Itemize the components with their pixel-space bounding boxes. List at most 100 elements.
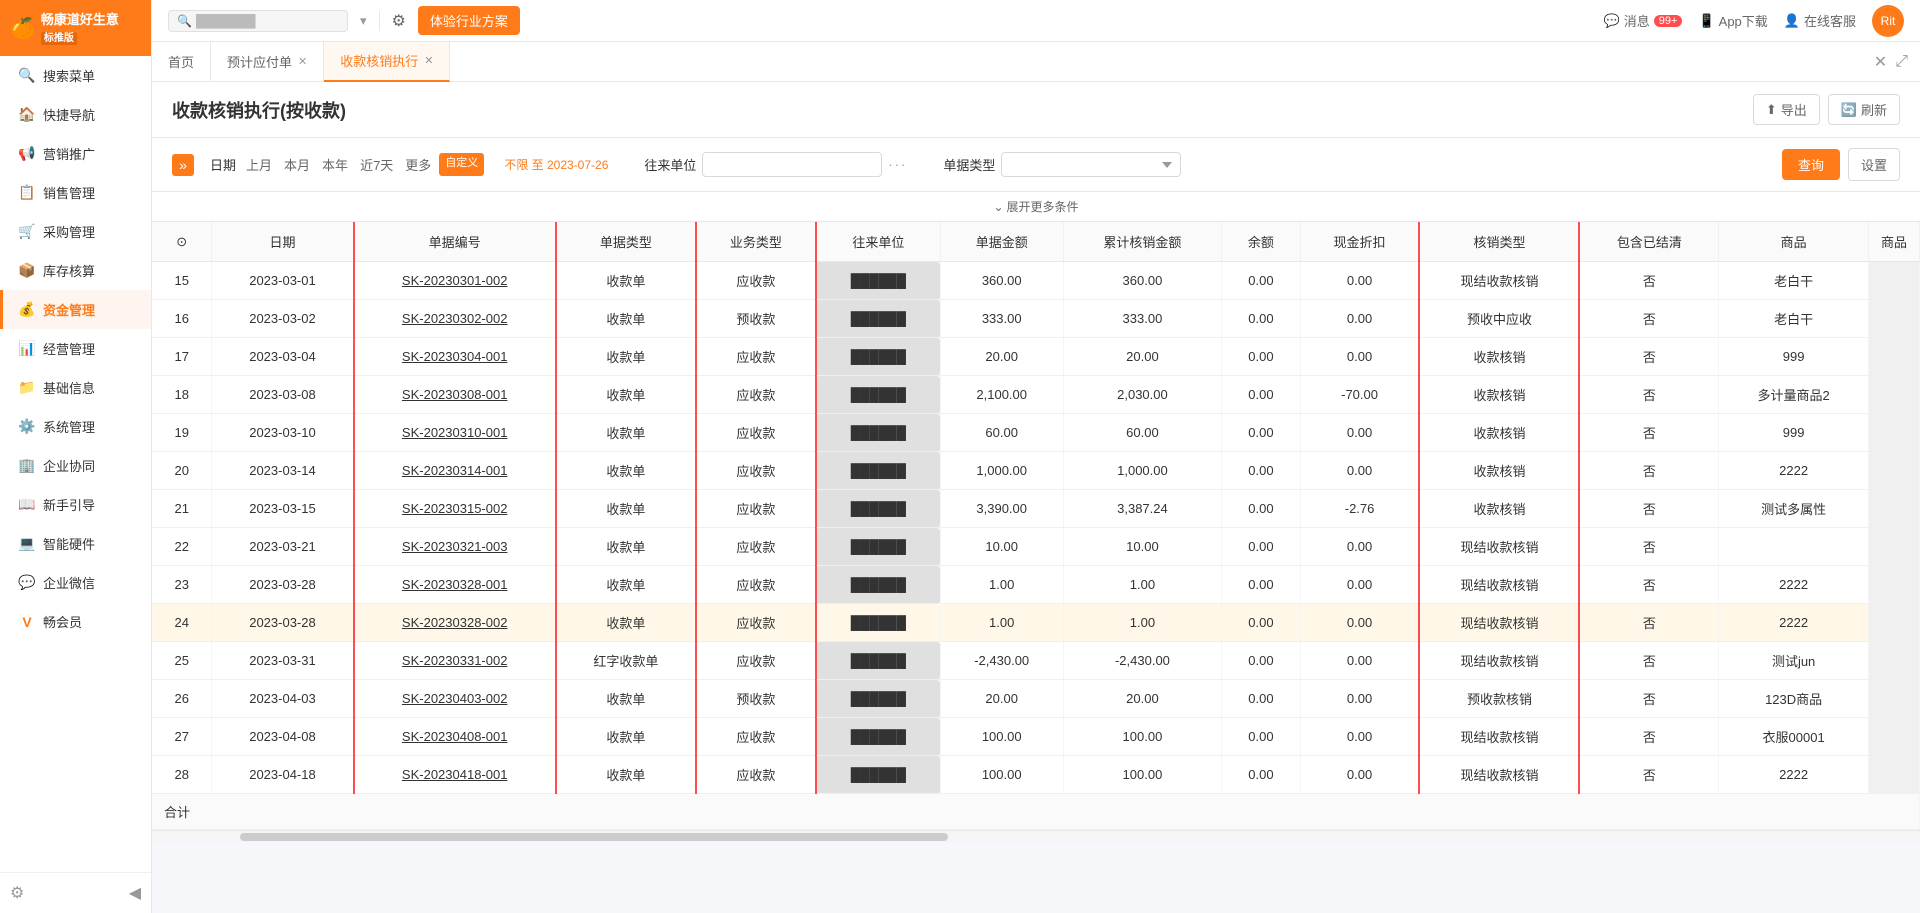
cell-biztype: 应收款 — [696, 604, 816, 642]
sidebar-label-search: 搜索菜单 — [43, 66, 95, 85]
sidebar-collapse-icon[interactable]: ◀ — [129, 883, 141, 903]
sidebar-item-system[interactable]: ⚙️ 系统管理 — [0, 407, 151, 446]
settings-btn[interactable]: 设置 — [1848, 148, 1900, 181]
sidebar-item-search[interactable]: 🔍 搜索菜单 — [0, 56, 151, 95]
cell-partner: ██████ — [816, 338, 940, 376]
tab-payable-close[interactable]: ✕ — [298, 55, 307, 68]
cell-totalverif: 1.00 — [1063, 604, 1222, 642]
sidebar-item-operation[interactable]: 📊 经营管理 — [0, 329, 151, 368]
refresh-btn[interactable]: 🔄 刷新 — [1828, 94, 1900, 125]
sidebar-item-inventory[interactable]: 📦 库存核算 — [0, 251, 151, 290]
topbar-right: 💬 消息 99+ 📱 App下载 👤 在线客服 Rit — [1604, 5, 1904, 37]
cell-amount: 20.00 — [940, 338, 1063, 376]
filter-doctype-select[interactable] — [1001, 152, 1181, 177]
tab-collection[interactable]: 收款核销执行 ✕ — [324, 42, 450, 82]
cell-docno[interactable]: SK-20230310-001 — [354, 414, 556, 452]
cell-settled: 否 — [1579, 262, 1718, 300]
tab-expand-icon[interactable]: ⤢ — [1895, 53, 1908, 71]
cell-veriftype: 收款核销 — [1419, 414, 1579, 452]
page: 收款核销执行(按收款) ⬆ 导出 🔄 刷新 » 日期 上月 本月 — [152, 82, 1920, 913]
home-icon: 🏠 — [19, 107, 35, 123]
sidebar-item-wechat[interactable]: 💬 企业微信 — [0, 563, 151, 602]
notifications-item[interactable]: 💬 消息 99+ — [1604, 11, 1683, 30]
cell-totalverif: 100.00 — [1063, 756, 1222, 794]
cell-docno[interactable]: SK-20230418-001 — [354, 756, 556, 794]
cell-docno[interactable]: SK-20230314-001 — [354, 452, 556, 490]
cell-seq: 28 — [152, 756, 212, 794]
cell-docno[interactable]: SK-20230403-002 — [354, 680, 556, 718]
table-area: ⊙ 日期 单据编号 单据类型 业务类型 往来单位 单据金额 累计核销金额 余额 … — [152, 222, 1920, 913]
filter-expand-btn[interactable]: » — [172, 154, 194, 176]
cell-docno[interactable]: SK-20230304-001 — [354, 338, 556, 376]
cell-docno[interactable]: SK-20230331-002 — [354, 642, 556, 680]
cell-docno[interactable]: SK-20230408-001 — [354, 718, 556, 756]
sidebar-item-member[interactable]: V 畅会员 — [0, 602, 151, 641]
cell-amount: 10.00 — [940, 528, 1063, 566]
sidebar-item-hardware[interactable]: 💻 智能硬件 — [0, 524, 151, 563]
tab-collection-close[interactable]: ✕ — [424, 54, 433, 67]
cell-docno[interactable]: SK-20230302-002 — [354, 300, 556, 338]
expand-more-btn[interactable]: ⌄ 展开更多条件 — [993, 198, 1078, 215]
inventory-icon: 📦 — [19, 263, 35, 279]
cell-cashdiscount: 0.00 — [1300, 414, 1419, 452]
sidebar-item-purchase[interactable]: 🛒 采购管理 — [0, 212, 151, 251]
tabs-bar: 首页 预计应付单 ✕ 收款核销执行 ✕ ✕ ⤢ — [152, 42, 1920, 82]
notification-icon: 💬 — [1604, 13, 1620, 29]
col-header-veriftype: 核销类型 — [1419, 222, 1579, 262]
cell-docno[interactable]: SK-20230301-002 — [354, 262, 556, 300]
industry-btn[interactable]: 体验行业方案 — [418, 6, 520, 35]
cell-docno[interactable]: SK-20230328-001 — [354, 566, 556, 604]
cell-doctype: 收款单 — [556, 490, 696, 528]
sidebar-item-guide[interactable]: 📖 新手引导 — [0, 485, 151, 524]
online-service-item[interactable]: 👤 在线客服 — [1784, 11, 1856, 30]
query-btn[interactable]: 查询 — [1782, 149, 1840, 180]
cell-docno[interactable]: SK-20230308-001 — [354, 376, 556, 414]
cell-product2 — [1868, 338, 1919, 376]
sidebar-label-member: 畅会员 — [43, 612, 82, 631]
filter-last-month[interactable]: 上月 — [242, 153, 276, 176]
cell-seq: 25 — [152, 642, 212, 680]
tab-home[interactable]: 首页 — [152, 42, 211, 82]
export-btn[interactable]: ⬆ 导出 — [1753, 94, 1820, 125]
table-row: 202023-03-14SK-20230314-001收款单应收款██████1… — [152, 452, 1920, 490]
cell-biztype: 应收款 — [696, 566, 816, 604]
tab-payable[interactable]: 预计应付单 ✕ — [211, 42, 324, 82]
tab-close-all-icon[interactable]: ✕ — [1874, 52, 1887, 72]
user-avatar[interactable]: Rit — [1872, 5, 1904, 37]
col-header-docno: 单据编号 — [354, 222, 556, 262]
cell-docno[interactable]: SK-20230328-002 — [354, 604, 556, 642]
cell-totalverif: 1,000.00 — [1063, 452, 1222, 490]
purchase-icon: 🛒 — [19, 224, 35, 240]
filter-this-month[interactable]: 本月 — [280, 153, 314, 176]
filter-partner-input[interactable] — [702, 152, 882, 177]
cell-partner: ██████ — [816, 490, 940, 528]
sidebar-item-sales[interactable]: 📋 销售管理 — [0, 173, 151, 212]
cell-settled: 否 — [1579, 490, 1718, 528]
cell-date: 2023-03-28 — [212, 604, 354, 642]
cell-totalverif: 20.00 — [1063, 338, 1222, 376]
filter-date-group: 日期 上月 本月 本年 近7天 更多 自定义 — [210, 153, 484, 176]
cell-docno[interactable]: SK-20230315-002 — [354, 490, 556, 528]
cell-totalverif: 20.00 — [1063, 680, 1222, 718]
filter-7days[interactable]: 近7天 — [356, 153, 397, 176]
sidebar-item-basic[interactable]: 📁 基础信息 — [0, 368, 151, 407]
cell-cashdiscount: 0.00 — [1300, 528, 1419, 566]
filter-this-year[interactable]: 本年 — [318, 153, 352, 176]
cell-totalverif: 3,387.24 — [1063, 490, 1222, 528]
sidebar-item-finance[interactable]: 💰 资金管理 — [0, 290, 151, 329]
sidebar-item-quicknav[interactable]: 🏠 快捷导航 — [0, 95, 151, 134]
app-download-item[interactable]: 📱 App下载 — [1698, 11, 1767, 30]
sidebar-settings-icon[interactable]: ⚙ — [10, 883, 24, 903]
sidebar-item-marketing[interactable]: 📢 营销推广 — [0, 134, 151, 173]
sidebar-label-quicknav: 快捷导航 — [43, 105, 95, 124]
topbar-gear-icon[interactable]: ⚙ — [392, 11, 406, 31]
cell-settled: 否 — [1579, 642, 1718, 680]
cell-veriftype: 收款核销 — [1419, 452, 1579, 490]
topbar-dropdown-icon[interactable]: ▾ — [360, 13, 367, 29]
cell-biztype: 应收款 — [696, 490, 816, 528]
sidebar-item-enterprise[interactable]: 🏢 企业协同 — [0, 446, 151, 485]
cell-docno[interactable]: SK-20230321-003 — [354, 528, 556, 566]
filter-more-dates[interactable]: 更多 — [401, 153, 435, 176]
filter-custom-btn[interactable]: 自定义 — [439, 153, 484, 176]
cell-balance: 0.00 — [1222, 756, 1300, 794]
